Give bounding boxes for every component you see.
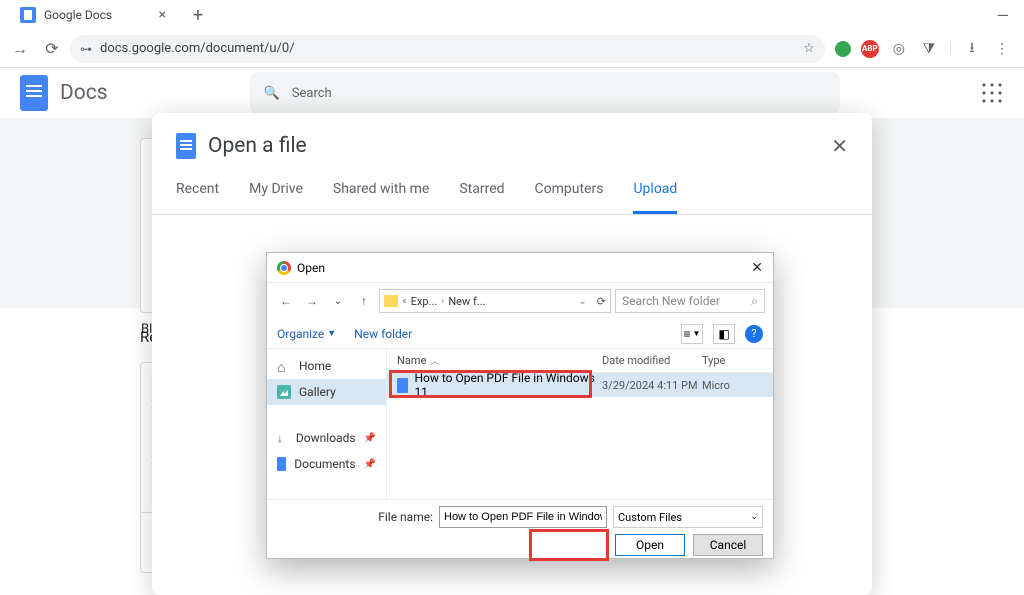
sidebar-item-home[interactable]: Home: [267, 353, 386, 379]
forward-button[interactable]: →: [6, 35, 34, 63]
pin-icon: 📌: [364, 459, 376, 470]
folder-icon: [384, 295, 398, 307]
abp-extension-icon[interactable]: ABP: [861, 40, 879, 58]
search-icon: ⌕: [751, 294, 758, 309]
chrome-icon: [277, 261, 291, 275]
breadcrumb-path[interactable]: « Exp... › New f... ⌄ ⟳: [379, 289, 611, 313]
tab-recent[interactable]: Recent: [176, 181, 219, 214]
file-name: How to Open PDF File in Windows 11: [414, 371, 602, 399]
pin-icon: 📌: [364, 433, 376, 444]
modal-title: Open a file: [208, 134, 307, 158]
address-bar[interactable]: ⊶ docs.google.com/document/u/0/ ☆: [70, 35, 825, 63]
breadcrumb[interactable]: New f...: [448, 295, 485, 308]
search-placeholder: Search New folder: [622, 294, 720, 308]
cancel-button[interactable]: Cancel: [693, 534, 763, 556]
tab-close-icon[interactable]: ×: [159, 7, 166, 23]
dialog-search[interactable]: Search New folder ⌕: [615, 289, 765, 313]
reload-button[interactable]: ⟳: [38, 35, 66, 63]
col-date[interactable]: Date modified: [602, 354, 702, 367]
nav-up-icon[interactable]: ↑: [353, 290, 375, 312]
extension-icon[interactable]: [835, 41, 851, 57]
url-text: docs.google.com/document/u/0/: [100, 41, 295, 56]
chevron-down-icon[interactable]: ⌄: [578, 296, 586, 307]
col-type[interactable]: Type: [702, 354, 773, 367]
sidebar-item-documents[interactable]: Documents 📌: [267, 451, 386, 477]
browser-menu-icon[interactable]: ⋮: [992, 39, 1012, 59]
open-button[interactable]: Open: [615, 534, 685, 556]
document-icon: [277, 457, 286, 471]
home-icon: [277, 359, 291, 373]
breadcrumb[interactable]: Exp...: [411, 295, 438, 308]
extensions-menu-icon[interactable]: ⧩: [919, 39, 939, 59]
native-file-dialog: Open ✕ ← → ⌄ ↑ « Exp... › New f... ⌄ ⟳ S…: [266, 252, 774, 559]
extension-icon[interactable]: ◎: [889, 39, 909, 59]
file-type: Micro: [702, 379, 773, 392]
filename-input[interactable]: [439, 506, 607, 528]
extension-icons: ABP ◎ ⧩ | ⭳ ⋮: [829, 39, 1018, 59]
dialog-sidebar: Home Gallery Downloads 📌 Documents 📌: [267, 349, 387, 499]
tab-my-drive[interactable]: My Drive: [249, 181, 303, 214]
tab-shared[interactable]: Shared with me: [333, 181, 429, 214]
sidebar-item-gallery[interactable]: Gallery: [267, 379, 386, 405]
preview-pane-icon[interactable]: ◧: [713, 324, 735, 344]
sidebar-label: Documents: [294, 457, 355, 471]
dialog-nav: ← → ⌄ ↑ « Exp... › New f... ⌄ ⟳ Search N…: [267, 283, 773, 319]
nav-recent-icon[interactable]: ⌄: [327, 290, 349, 312]
window-minimize-icon[interactable]: —: [997, 6, 1010, 25]
refresh-icon[interactable]: ⟳: [597, 295, 606, 308]
organize-menu[interactable]: Organize▼: [277, 327, 336, 341]
tab-title: Google Docs: [44, 8, 112, 22]
sort-indicator-icon: ︿: [430, 357, 439, 367]
browser-tab-strip: Google Docs × + —: [0, 0, 1024, 30]
tab-upload[interactable]: Upload: [633, 181, 677, 214]
nav-forward-icon[interactable]: →: [301, 290, 323, 312]
file-filter-dropdown[interactable]: Custom Files⌄: [613, 506, 763, 528]
nav-back-icon[interactable]: ←: [275, 290, 297, 312]
col-name[interactable]: Name︿: [397, 354, 602, 367]
help-icon[interactable]: ?: [745, 325, 763, 343]
modal-close-icon[interactable]: ✕: [831, 134, 848, 158]
new-tab-button[interactable]: +: [186, 3, 210, 27]
browser-tab[interactable]: Google Docs ×: [8, 1, 178, 29]
bookmark-star-icon[interactable]: ☆: [803, 41, 815, 56]
gallery-icon: [277, 385, 291, 399]
dialog-titlebar: Open ✕: [267, 253, 773, 283]
dialog-toolbar: Organize▼ New folder ≡▼ ◧ ?: [267, 319, 773, 349]
word-file-icon: [397, 378, 408, 393]
new-folder-button[interactable]: New folder: [354, 327, 412, 341]
column-headers: Name︿ Date modified Type: [387, 349, 773, 373]
dialog-footer: File name: Custom Files⌄ Open Cancel: [267, 499, 773, 562]
file-date: 3/29/2024 4:11 PM: [602, 379, 702, 392]
dialog-title: Open: [297, 261, 325, 275]
sidebar-label: Home: [299, 359, 331, 373]
modal-tabs: Recent My Drive Shared with me Starred C…: [152, 163, 872, 215]
annotation-highlight: [529, 529, 609, 561]
browser-toolbar: → ⟳ ⊶ docs.google.com/document/u/0/ ☆ AB…: [0, 30, 1024, 68]
tab-starred[interactable]: Starred: [459, 181, 504, 214]
file-row[interactable]: How to Open PDF File in Windows 11 3/29/…: [387, 373, 773, 397]
download-icon[interactable]: ⭳: [962, 39, 982, 59]
sidebar-label: Gallery: [299, 385, 336, 399]
sidebar-item-downloads[interactable]: Downloads 📌: [267, 425, 386, 451]
filename-label: File name:: [378, 510, 433, 524]
docs-icon: [176, 133, 196, 159]
tab-computers[interactable]: Computers: [535, 181, 604, 214]
site-info-icon[interactable]: ⊶: [80, 42, 92, 56]
file-list: Name︿ Date modified Type How to Open PDF…: [387, 349, 773, 499]
view-list-icon[interactable]: ≡▼: [681, 324, 703, 344]
docs-favicon: [20, 7, 36, 23]
download-icon: [277, 431, 288, 445]
dialog-close-icon[interactable]: ✕: [751, 260, 763, 276]
sidebar-label: Downloads: [296, 431, 356, 445]
